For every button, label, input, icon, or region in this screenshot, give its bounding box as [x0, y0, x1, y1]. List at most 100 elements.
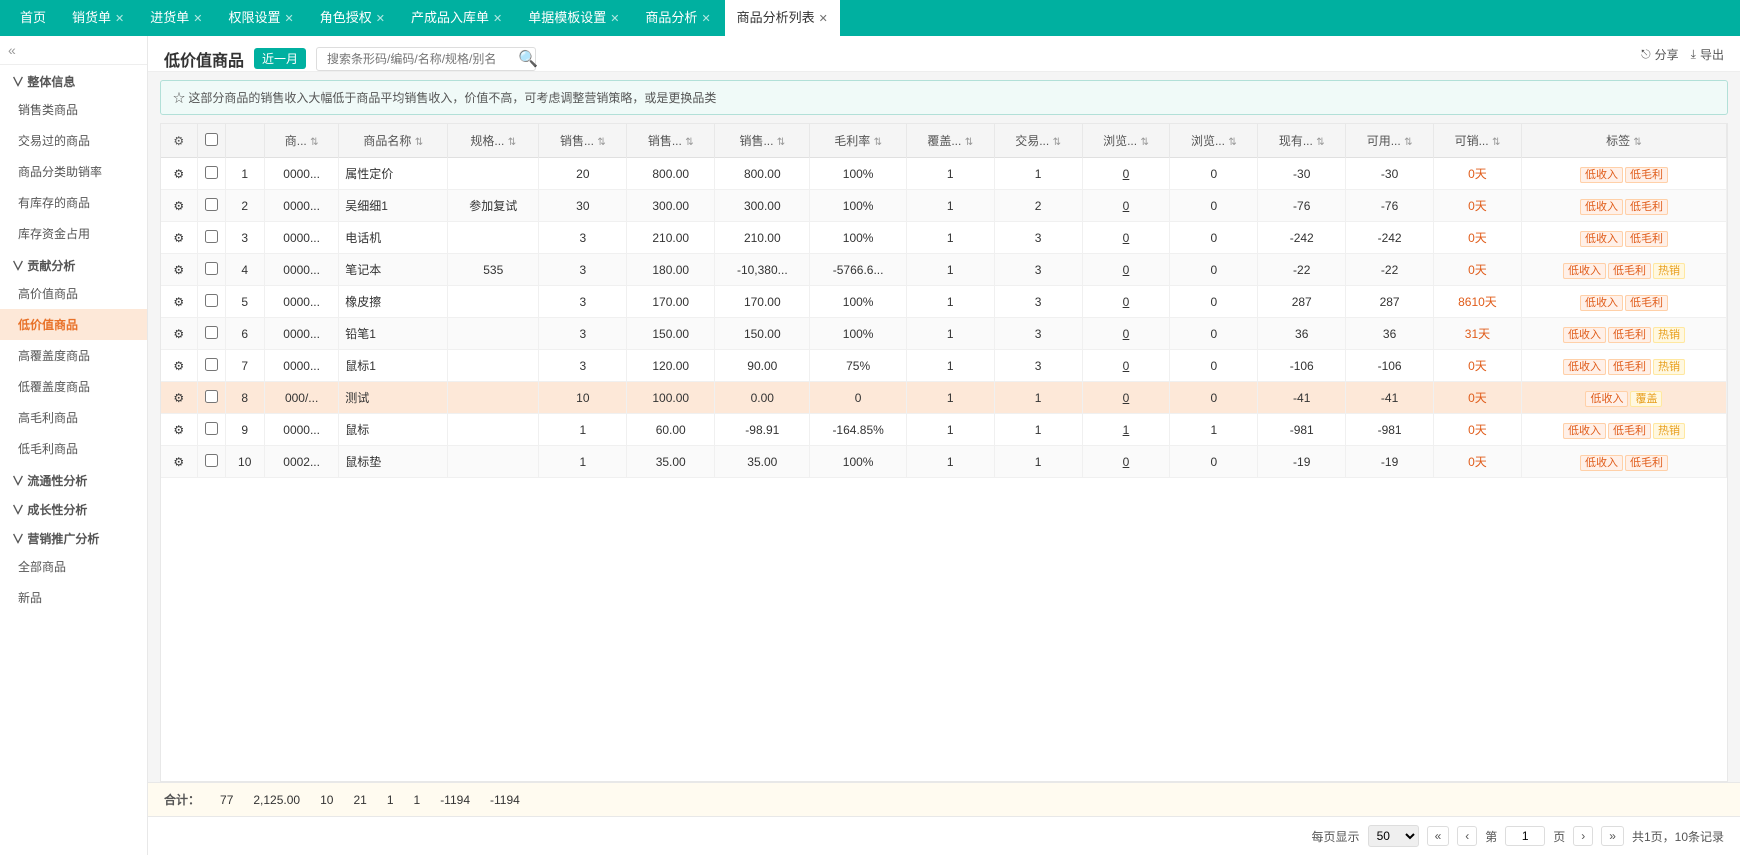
row-code: 0002...: [264, 446, 338, 478]
sidebar-group-circulation[interactable]: ∨ 流通性分析: [0, 464, 147, 493]
sidebar-item-category-rate[interactable]: 商品分类助销率: [0, 156, 147, 187]
sidebar-item-high-margin[interactable]: 高毛利商品: [0, 402, 147, 433]
page-input[interactable]: [1505, 826, 1545, 846]
last-page-btn[interactable]: »: [1601, 826, 1624, 846]
row-gross-rate: 100%: [810, 446, 906, 478]
row-num: 10: [225, 446, 264, 478]
nav-product-analysis-list[interactable]: 商品分析列表✕: [725, 0, 840, 36]
row-gear[interactable]: ⚙: [161, 382, 197, 414]
prev-page-btn[interactable]: ‹: [1457, 826, 1477, 846]
row-browse1[interactable]: 1: [1082, 414, 1170, 446]
col-browse1[interactable]: 浏览... ⇅: [1082, 124, 1170, 158]
next-page-btn[interactable]: ›: [1573, 826, 1593, 846]
row-gear[interactable]: ⚙: [161, 350, 197, 382]
row-checkbox[interactable]: [197, 350, 225, 382]
sidebar-item-high-value[interactable]: 高价值商品: [0, 278, 147, 309]
col-name[interactable]: 商品名称 ⇅: [339, 124, 448, 158]
sidebar-item-stock-goods[interactable]: 有库存的商品: [0, 187, 147, 218]
sidebar-item-new-goods[interactable]: 新品: [0, 582, 147, 613]
row-gear[interactable]: ⚙: [161, 222, 197, 254]
row-checkbox[interactable]: [197, 318, 225, 350]
row-browse1[interactable]: 0: [1082, 318, 1170, 350]
row-checkbox[interactable]: [197, 446, 225, 478]
row-gear[interactable]: ⚙: [161, 158, 197, 190]
close-template-icon[interactable]: ✕: [610, 13, 619, 25]
col-available[interactable]: 可用... ⇅: [1346, 124, 1434, 158]
row-browse1[interactable]: 0: [1082, 446, 1170, 478]
col-num: [225, 124, 264, 158]
col-sale-qty[interactable]: 销售... ⇅: [539, 124, 627, 158]
row-gear[interactable]: ⚙: [161, 414, 197, 446]
col-stock[interactable]: 现有... ⇅: [1258, 124, 1346, 158]
sidebar-item-stock-capital[interactable]: 库存资金占用: [0, 218, 147, 249]
row-browse1[interactable]: 0: [1082, 254, 1170, 286]
row-gear[interactable]: ⚙: [161, 286, 197, 318]
row-browse1[interactable]: 0: [1082, 222, 1170, 254]
col-code[interactable]: 商... ⇅: [264, 124, 338, 158]
select-all-checkbox[interactable]: [205, 133, 218, 146]
search-icon-btn[interactable]: 🔍: [518, 49, 538, 69]
row-checkbox[interactable]: [197, 286, 225, 318]
nav-product-entry[interactable]: 产成品入库单✕: [399, 0, 514, 36]
nav-product-analysis[interactable]: 商品分析✕: [633, 0, 722, 36]
row-gear[interactable]: ⚙: [161, 446, 197, 478]
close-product-entry-icon[interactable]: ✕: [493, 13, 502, 25]
row-checkbox[interactable]: [197, 414, 225, 446]
sidebar-group-contribution[interactable]: ∨ 贡献分析: [0, 249, 147, 278]
nav-sales[interactable]: 销货单✕: [60, 0, 136, 36]
row-browse1[interactable]: 0: [1082, 158, 1170, 190]
sidebar-item-low-coverage[interactable]: 低覆盖度商品: [0, 371, 147, 402]
row-browse1[interactable]: 0: [1082, 350, 1170, 382]
first-page-btn[interactable]: «: [1427, 826, 1450, 846]
row-checkbox[interactable]: [197, 190, 225, 222]
table-row: ⚙30000...电话机3210.00210.00100%1300-242-24…: [161, 222, 1727, 254]
sidebar-group-overall[interactable]: ∨ 整体信息: [0, 65, 147, 94]
row-browse1[interactable]: 0: [1082, 190, 1170, 222]
period-btn[interactable]: 近一月: [254, 48, 306, 69]
close-role-icon[interactable]: ✕: [376, 13, 385, 25]
col-trade[interactable]: 交易... ⇅: [994, 124, 1082, 158]
close-permission-icon[interactable]: ✕: [285, 13, 294, 25]
sidebar-item-all-goods[interactable]: 全部商品: [0, 551, 147, 582]
search-input[interactable]: [316, 47, 536, 71]
nav-template[interactable]: 单据模板设置✕: [516, 0, 631, 36]
nav-home[interactable]: 首页: [8, 0, 58, 36]
row-gear[interactable]: ⚙: [161, 190, 197, 222]
col-sale-price[interactable]: 销售... ⇅: [627, 124, 715, 158]
close-purchase-icon[interactable]: ✕: [193, 13, 202, 25]
sidebar-item-high-coverage[interactable]: 高覆盖度商品: [0, 340, 147, 371]
page-size-select[interactable]: 50 100: [1368, 825, 1419, 847]
sidebar-item-sales-goods[interactable]: 销售类商品: [0, 94, 147, 125]
close-product-analysis-list-icon[interactable]: ✕: [819, 13, 828, 25]
sidebar-collapse-btn[interactable]: «: [8, 42, 16, 58]
col-coverage[interactable]: 覆盖... ⇅: [906, 124, 994, 158]
col-tags[interactable]: 标签 ⇅: [1521, 124, 1726, 158]
nav-purchase[interactable]: 进货单✕: [138, 0, 214, 36]
row-spec: [448, 446, 539, 478]
export-btn[interactable]: ⤓ 导出: [1691, 46, 1724, 63]
col-gross-rate[interactable]: 毛利率 ⇅: [810, 124, 906, 158]
sidebar-item-traded-goods[interactable]: 交易过的商品: [0, 125, 147, 156]
row-checkbox[interactable]: [197, 222, 225, 254]
row-checkbox[interactable]: [197, 254, 225, 286]
row-browse1[interactable]: 0: [1082, 286, 1170, 318]
nav-role[interactable]: 角色授权✕: [308, 0, 397, 36]
close-product-analysis-icon[interactable]: ✕: [701, 13, 710, 25]
sidebar-group-marketing[interactable]: ∨ 营销推广分析: [0, 522, 147, 551]
nav-permission[interactable]: 权限设置✕: [216, 0, 305, 36]
row-gear[interactable]: ⚙: [161, 254, 197, 286]
col-gear[interactable]: ⚙: [161, 124, 197, 158]
col-spec[interactable]: 规格... ⇅: [448, 124, 539, 158]
row-browse1[interactable]: 0: [1082, 382, 1170, 414]
sidebar-item-low-value[interactable]: 低价值商品: [0, 309, 147, 340]
share-btn[interactable]: ⎋ 分享: [1641, 46, 1679, 63]
col-sale-amount[interactable]: 销售... ⇅: [715, 124, 810, 158]
row-gear[interactable]: ⚙: [161, 318, 197, 350]
close-sales-icon[interactable]: ✕: [115, 13, 124, 25]
col-browse2[interactable]: 浏览... ⇅: [1170, 124, 1258, 158]
sidebar-group-growth[interactable]: ∨ 成长性分析: [0, 493, 147, 522]
col-saleable[interactable]: 可销... ⇅: [1434, 124, 1522, 158]
row-checkbox[interactable]: [197, 382, 225, 414]
row-checkbox[interactable]: [197, 158, 225, 190]
sidebar-item-low-margin[interactable]: 低毛利商品: [0, 433, 147, 464]
